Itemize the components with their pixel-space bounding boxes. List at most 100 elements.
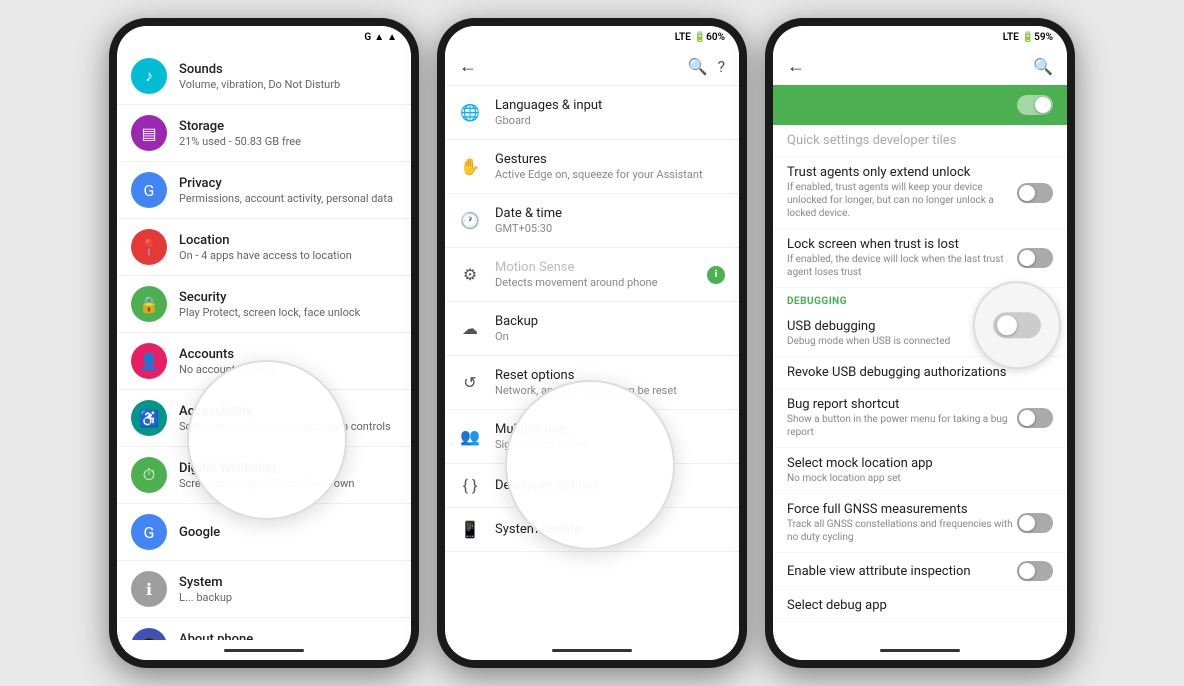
bugreport-subtitle: Show a button in the power menu for taki… [787,413,1017,439]
phone-3: LTE 🔋59% ← 🔍 Quick settings developer ti… [765,18,1075,668]
system-item-backup[interactable]: ☁ Backup On [445,302,739,356]
aboutphone-icon: 📱 [131,628,167,640]
backup-title: Backup [495,314,538,329]
datetime-text: Date & time GMT+05:30 [495,206,562,235]
signal-icon: ▲ [387,32,397,43]
back-button-3[interactable]: ← [787,56,805,77]
system-text: System L... backup [179,575,397,604]
sounds-text: Sounds Volume, vibration, Do Not Disturb [179,62,397,91]
battery-icon-3: 🔋59% [1022,32,1053,43]
lockscreen-toggle[interactable] [1017,248,1053,268]
trustagents-toggle[interactable] [1017,183,1053,203]
help-icon-2[interactable]: ? [717,57,725,76]
debugapp-text: Select debug app [787,598,1053,613]
aboutphone-text: About phone Pixel 4 XL [179,632,397,641]
status-icons-2: LTE 🔋60% [675,32,725,43]
security-icon: 🔒 [131,286,167,322]
dev-item-viewattribute[interactable]: Enable view attribute inspection [773,553,1067,590]
system-item-motionsense[interactable]: ⚙ Motion Sense Detects movement around p… [445,248,739,302]
motionsense-title: Motion Sense [495,260,657,275]
accounts-title: Accounts [179,347,397,362]
location-title: Location [179,233,397,248]
location-icon: 📍 [131,229,167,265]
home-indicator-3 [773,640,1067,660]
gestures-title: Gestures [495,152,703,167]
security-subtitle: Play Protect, screen lock, face unlock [179,306,397,319]
digitalwellbeing-icon: ⏱ [131,457,167,493]
phone-1: G ▲ ▲ ♪ Sounds Volume, vibration, Do Not… [109,18,419,668]
bugreport-title: Bug report shortcut [787,397,1017,412]
dev-item-bugreport[interactable]: Bug report shortcut Show a button in the… [773,389,1067,448]
storage-icon: ▤ [131,115,167,151]
battery-icon: 🔋60% [694,32,725,43]
location-subtitle: On - 4 apps have access to location [179,249,397,262]
dev-item-gnss[interactable]: Force full GNSS measurements Track all G… [773,494,1067,553]
lockscreen-text: Lock screen when trust is lost If enable… [787,237,1017,279]
system-item-gestures[interactable]: ✋ Gestures Active Edge on, squeeze for y… [445,140,739,194]
debugapp-title: Select debug app [787,598,1053,613]
settings-item-aboutphone[interactable]: 📱 About phone Pixel 4 XL [117,618,411,640]
usb-toggle-circle[interactable] [973,281,1061,369]
gnss-title: Force full GNSS measurements [787,502,1017,517]
back-button-2[interactable]: ← [459,56,477,77]
gnss-toggle[interactable] [1017,513,1053,533]
settings-item-security[interactable]: 🔒 Security Play Protect, screen lock, fa… [117,276,411,333]
dev-options-header: ← 🔍 [773,48,1067,85]
backup-text: Backup On [495,314,538,343]
status-icons-3: LTE 🔋59% [1003,32,1053,43]
dev-item-debugapp[interactable]: Select debug app [773,590,1067,622]
accounts-icon: 👤 [131,343,167,379]
dev-item-lockscreen[interactable]: Lock screen when trust is lost If enable… [773,229,1067,288]
lte-icon-3: LTE [1003,32,1019,43]
trustagents-subtitle: If enabled, trust agents will keep your … [787,181,1017,220]
resetoptions-icon: ↺ [459,373,481,392]
system-circle-overlay [187,360,347,520]
backup-icon: ☁ [459,319,481,338]
bugreport-text: Bug report shortcut Show a button in the… [787,397,1017,439]
wifi-icon: ▲ [374,32,384,43]
settings-item-location[interactable]: 📍 Location On - 4 apps have access to lo… [117,219,411,276]
multipleusers-icon: 👥 [459,427,481,446]
dev-item-usbdebugging-wrapper: USB debugging Debug mode when USB is con… [773,311,1067,357]
dev-item-quicksettings[interactable]: Quick settings developer tiles [773,125,1067,157]
status-icons-1: G ▲ ▲ [364,32,397,43]
bugreport-toggle[interactable] [1017,408,1053,428]
developer-toggle[interactable] [1017,95,1053,115]
settings-item-sounds[interactable]: ♪ Sounds Volume, vibration, Do Not Distu… [117,48,411,105]
system-list: 🌐 Languages & input Gboard ✋ Gestures Ac… [445,86,739,640]
system-item-datetime[interactable]: 🕐 Date & time GMT+05:30 [445,194,739,248]
motionsense-text: Motion Sense Detects movement around pho… [495,260,657,289]
trustagents-text: Trust agents only extend unlock If enabl… [787,165,1017,220]
search-icon-3[interactable]: 🔍 [1033,57,1053,76]
system-title: System [179,575,397,590]
sounds-icon: ♪ [131,58,167,94]
google-text: Google [179,525,397,540]
settings-item-privacy[interactable]: G Privacy Permissions, account activity,… [117,162,411,219]
privacy-title: Privacy [179,176,397,191]
dev-item-mocklocation[interactable]: Select mock location app No mock locatio… [773,448,1067,494]
status-bar-2: LTE 🔋60% [445,26,739,48]
location-text: Location On - 4 apps have access to loca… [179,233,397,262]
viewattribute-toggle[interactable] [1017,561,1053,581]
dev-options-list: Quick settings developer tiles Trust age… [773,125,1067,640]
home-indicator-1 [117,640,411,660]
system-item-languages[interactable]: 🌐 Languages & input Gboard [445,86,739,140]
developeroptions-icon: { } [459,476,481,495]
security-title: Security [179,290,397,305]
languages-subtitle: Gboard [495,114,602,127]
trustagents-title: Trust agents only extend unlock [787,165,1017,180]
gnss-text: Force full GNSS measurements Track all G… [787,502,1017,544]
languages-icon: 🌐 [459,103,481,122]
motionsense-icon: ⚙ [459,265,481,284]
dev-item-trustagents[interactable]: Trust agents only extend unlock If enabl… [773,157,1067,229]
settings-item-system[interactable]: ℹ System L... backup [117,561,411,618]
settings-list-1: ♪ Sounds Volume, vibration, Do Not Distu… [117,48,411,640]
systemupdate-icon: 📱 [459,520,481,539]
settings-item-storage[interactable]: ▤ Storage 21% used - 50.83 GB free [117,105,411,162]
datetime-title: Date & time [495,206,562,221]
lte-icon: LTE [675,32,691,43]
privacy-text: Privacy Permissions, account activity, p… [179,176,397,205]
developer-on-bar [773,85,1067,125]
security-text: Security Play Protect, screen lock, face… [179,290,397,319]
search-icon-2[interactable]: 🔍 [688,57,708,76]
